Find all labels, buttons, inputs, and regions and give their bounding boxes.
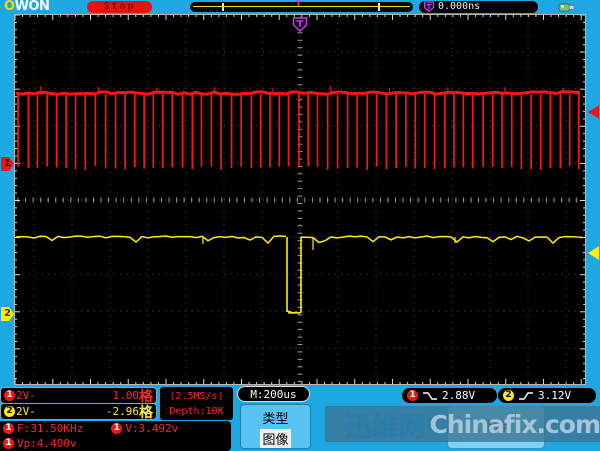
ch1-position-value: 1.00 <box>112 389 140 402</box>
ch2-trigger-readout[interactable]: 2 3.12V <box>498 388 596 403</box>
ch2-info-row[interactable]: 2 2V- -2.96 格 <box>0 403 157 421</box>
measurement-row-1: 1 F:31.50KHz 1 V:3.492v <box>0 421 231 436</box>
ch2-position-value: -2.96 <box>105 405 139 418</box>
timebase-readout[interactable]: M:200us <box>237 386 310 402</box>
ch1-scale: 2V- <box>16 389 36 402</box>
trig1-badge: 1 <box>407 390 418 401</box>
trigger-point-t-icon[interactable] <box>292 17 309 33</box>
ch1-trigger-readout[interactable]: 1 2.88V <box>402 388 497 403</box>
ch2-trigger-level-arrow[interactable] <box>588 246 599 260</box>
ch1-info-row[interactable]: 1 2V- 1.00 格 <box>0 387 157 405</box>
ch1-trigger-level-arrow[interactable] <box>588 105 599 119</box>
ch2-scale: 2V- <box>16 405 36 418</box>
meas-vpp: Vp:4.400v <box>17 437 77 450</box>
graticule-and-traces <box>14 14 586 385</box>
measurement-row-2: 1 Vp:4.400v <box>0 436 231 451</box>
trig2-level: 3.12V <box>538 389 572 402</box>
ch1-badge: 1 <box>4 390 15 401</box>
memory-depth: Depth:10K <box>169 405 224 417</box>
meas-voltage: V:3.492v <box>125 422 179 435</box>
type-button-value: 图像 <box>260 429 291 448</box>
type-image-button[interactable]: 类型 图像 <box>240 404 311 449</box>
watermark-en-text: Chinafix.com <box>429 409 600 439</box>
chevron-icon <box>341 410 343 438</box>
sample-rate: (2.5MS/s) <box>169 390 224 402</box>
acquisition-info-box: (2.5MS/s) Depth:10K <box>160 387 233 420</box>
watermark-cn-text: 迅维网 <box>344 411 426 443</box>
watermark-banner: 迅维网 Chinafix.com <box>325 406 600 443</box>
ch2-badge: 2 <box>4 406 15 417</box>
trig2-badge: 2 <box>503 390 514 401</box>
channel-info-panel: 1 2V- 1.00 格 2 2V- -2.96 格 <box>0 387 157 421</box>
trig1-level: 2.88V <box>442 389 476 402</box>
meas-frequency: F:31.50KHz <box>17 422 84 435</box>
meas-vp-badge: 1 <box>3 438 14 449</box>
ch2-position-unit: 格 <box>139 404 153 421</box>
rising-edge-icon <box>519 391 533 400</box>
measurement-panel: 1 F:31.50KHz 1 V:3.492v 1 Vp:4.400v <box>0 421 231 451</box>
meas-f-badge: 1 <box>3 423 14 434</box>
falling-edge-icon <box>423 391 437 400</box>
meas-v-badge: 1 <box>111 423 123 434</box>
type-button-title: 类型 <box>262 412 289 427</box>
